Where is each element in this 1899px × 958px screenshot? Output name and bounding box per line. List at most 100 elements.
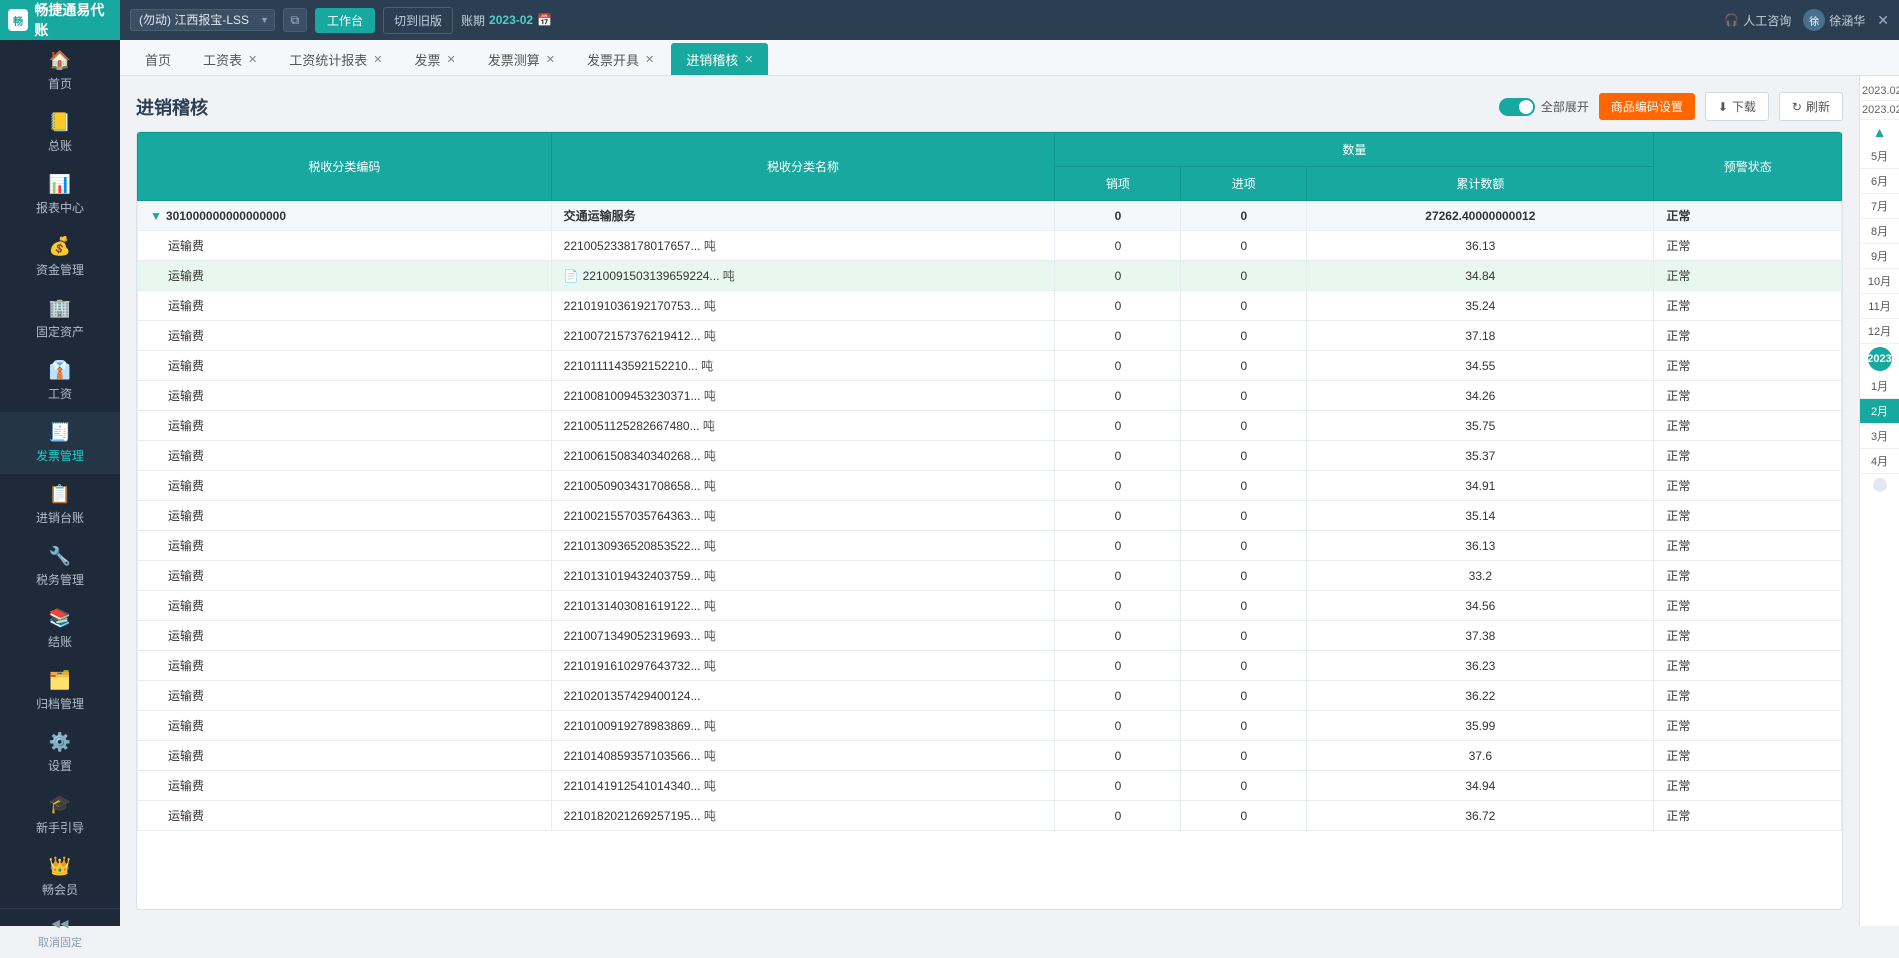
cell-cumulative: 35.24 [1307,291,1654,321]
sidebar-item-settings[interactable]: ⚙️ 设置 [0,722,120,784]
tab-salary-table-close[interactable]: ✕ [248,53,257,66]
company-dropdown[interactable]: (勿动) 江西报宝-LSS [130,9,275,31]
cell-tax-code2: 2210051125282667480... 吨 [551,411,1055,441]
table-row[interactable]: 运输费 2210050903431708658... 吨 0 0 34.91 正… [138,471,1842,501]
calendar-icon[interactable]: 📅 [537,13,552,27]
sidebar-item-label: 归档管理 [36,695,84,712]
month-may[interactable]: 5月 [1860,144,1899,169]
cell-cumulative: 36.23 [1307,651,1654,681]
cell-sales: 0 [1055,621,1181,651]
user-menu[interactable]: 徐 徐涵华 [1803,9,1865,31]
cell-status: 正常 [1654,531,1842,561]
copy-icon[interactable]: ⧉ [283,8,307,32]
cell-status: 正常 [1654,231,1842,261]
app-logo: 畅 畅捷通易代账 [0,0,120,40]
sidebar-item-label: 设置 [48,757,72,774]
table-row[interactable]: 运输费 2210052338178017657... 吨 0 0 36.13 正… [138,231,1842,261]
month-jun[interactable]: 6月 [1860,169,1899,194]
table-row[interactable]: 运输费 2210141912541014340... 吨 0 0 34.94 正… [138,771,1842,801]
month-jul[interactable]: 7月 [1860,194,1899,219]
company-selector[interactable]: (勿动) 江西报宝-LSS [130,9,275,31]
sidebar-item-assets[interactable]: 🏢 固定资产 [0,288,120,350]
commodity-settings-button[interactable]: 商品编码设置 [1599,93,1695,120]
sidebar-item-guide[interactable]: 🎓 新手引导 [0,784,120,846]
support-button[interactable]: 🎧 人工咨询 [1724,12,1791,29]
table-row[interactable]: 运输费 2210131019432403759... 吨 0 0 33.2 正常 [138,561,1842,591]
tab-salary-table[interactable]: 工资表 ✕ [188,43,272,75]
month-oct[interactable]: 10月 [1860,269,1899,294]
cell-code: 运输费 [138,291,552,321]
tab-salary-report[interactable]: 工资统计报表 ✕ [274,43,397,75]
table-row[interactable]: 运输费 2210182021269257195... 吨 0 0 36.72 正… [138,801,1842,831]
cell-sales: 0 [1055,531,1181,561]
month-mar-2023[interactable]: 3月 [1860,424,1899,449]
expand-toggle[interactable] [1499,98,1535,116]
tab-invoice-close[interactable]: ✕ [447,53,456,66]
download-button[interactable]: ⬇ 下载 [1705,92,1769,121]
cell-cumulative: 35.14 [1307,501,1654,531]
sidebar-item-funds[interactable]: 💰 资金管理 [0,226,120,288]
table-row[interactable]: 运输费 2210191610297643732... 吨 0 0 36.23 正… [138,651,1842,681]
top-bar: (勿动) 江西报宝-LSS ⧉ 工作台 切到旧版 账期 2023-02 📅 🎧 … [120,0,1899,40]
tab-reconciliation-close[interactable]: ✕ [744,53,753,66]
cell-status: 正常 [1654,681,1842,711]
year-2023-badge[interactable]: 2023 [1868,347,1892,371]
sidebar-item-label: 总账 [48,137,72,154]
table-row[interactable]: 运输费 2210061508340340268... 吨 0 0 35.37 正… [138,441,1842,471]
sidebar-item-close-accounts[interactable]: 📚 结账 [0,598,120,660]
refresh-button[interactable]: ↻ 刷新 [1779,92,1843,121]
sidebar-item-vip[interactable]: 👑 畅会员 [0,846,120,908]
salary-icon: 👔 [49,360,71,381]
cell-purchase: 0 [1181,381,1307,411]
scroll-up-arrow[interactable]: ▲ [1869,120,1891,144]
tab-invoice-issue-close[interactable]: ✕ [645,53,654,66]
window-close-button[interactable]: ✕ [1877,12,1889,29]
month-feb-2023[interactable]: 2月 [1860,399,1899,424]
sidebar-item-home[interactable]: 🏠 首页 [0,40,120,102]
tab-salary-report-close[interactable]: ✕ [373,53,382,66]
month-nov[interactable]: 11月 [1860,294,1899,319]
table-row[interactable]: 运输费 2210191036192170753... 吨 0 0 35.24 正… [138,291,1842,321]
table-row[interactable]: 运输费 2210051125282667480... 吨 0 0 35.75 正… [138,411,1842,441]
tab-reconciliation[interactable]: 进销稽核 ✕ [671,43,768,75]
cell-status: 正常 [1654,801,1842,831]
sidebar-item-archive[interactable]: 🗂️ 归档管理 [0,660,120,722]
workspace-button[interactable]: 工作台 [315,8,375,33]
table-row[interactable]: ▼301000000000000000 交通运输服务 0 0 27262.400… [138,201,1842,231]
page-title: 进销稽核 [136,94,208,120]
sidebar-item-sales-ledger[interactable]: 📋 进销台账 [0,474,120,536]
sidebar-item-tax[interactable]: 🔧 税务管理 [0,536,120,598]
month-dec[interactable]: 12月 [1860,319,1899,344]
circle-button[interactable] [1873,478,1887,492]
cell-status: 正常 [1654,291,1842,321]
table-row[interactable]: 运输费 2210072157376219412... 吨 0 0 37.18 正… [138,321,1842,351]
table-row[interactable]: 运输费 2210100919278983869... 吨 0 0 35.99 正… [138,711,1842,741]
table-row[interactable]: 运输费 2210081009453230371... 吨 0 0 34.26 正… [138,381,1842,411]
tab-invoice-issue[interactable]: 发票开具 ✕ [572,43,669,75]
cell-sales: 0 [1055,651,1181,681]
table-row[interactable]: 运输费 2210140859357103566... 吨 0 0 37.6 正常 [138,741,1842,771]
month-sep[interactable]: 9月 [1860,244,1899,269]
table-row[interactable]: 运输费 2210021557035764363... 吨 0 0 35.14 正… [138,501,1842,531]
sidebar-item-reports[interactable]: 📊 报表中心 [0,164,120,226]
cell-sales: 0 [1055,801,1181,831]
table-row[interactable]: 运输费 2210130936520853522... 吨 0 0 36.13 正… [138,531,1842,561]
month-jan-2023[interactable]: 1月 [1860,374,1899,399]
sidebar-item-salary[interactable]: 👔 工资 [0,350,120,412]
table-row[interactable]: 运输费 2210111143592152210... 吨 0 0 34.55 正… [138,351,1842,381]
tab-invoice[interactable]: 发票 ✕ [399,43,470,75]
month-apr-2023[interactable]: 4月 [1860,449,1899,474]
sidebar-item-ledger[interactable]: 📒 总账 [0,102,120,164]
switch-version-button[interactable]: 切到旧版 [383,7,453,34]
tab-invoice-calc-close[interactable]: ✕ [546,53,555,66]
month-aug[interactable]: 8月 [1860,219,1899,244]
table-row[interactable]: 运输费 2210131403081619122... 吨 0 0 34.56 正… [138,591,1842,621]
tab-home[interactable]: 首页 [130,43,186,75]
tab-invoice-calc[interactable]: 发票测算 ✕ [473,43,570,75]
sidebar-item-invoice[interactable]: 🧾 发票管理 [0,412,120,474]
table-row[interactable]: 运输费 2210201357429400124... 0 0 36.22 正常 [138,681,1842,711]
table-row[interactable]: 运输费 📄2210091503139659224... 吨 0 0 34.84 … [138,261,1842,291]
table-row[interactable]: 运输费 2210071349052319693... 吨 0 0 37.38 正… [138,621,1842,651]
unpin-button[interactable]: ◀◀ 取消固定 [0,908,120,958]
cell-cumulative: 34.55 [1307,351,1654,381]
